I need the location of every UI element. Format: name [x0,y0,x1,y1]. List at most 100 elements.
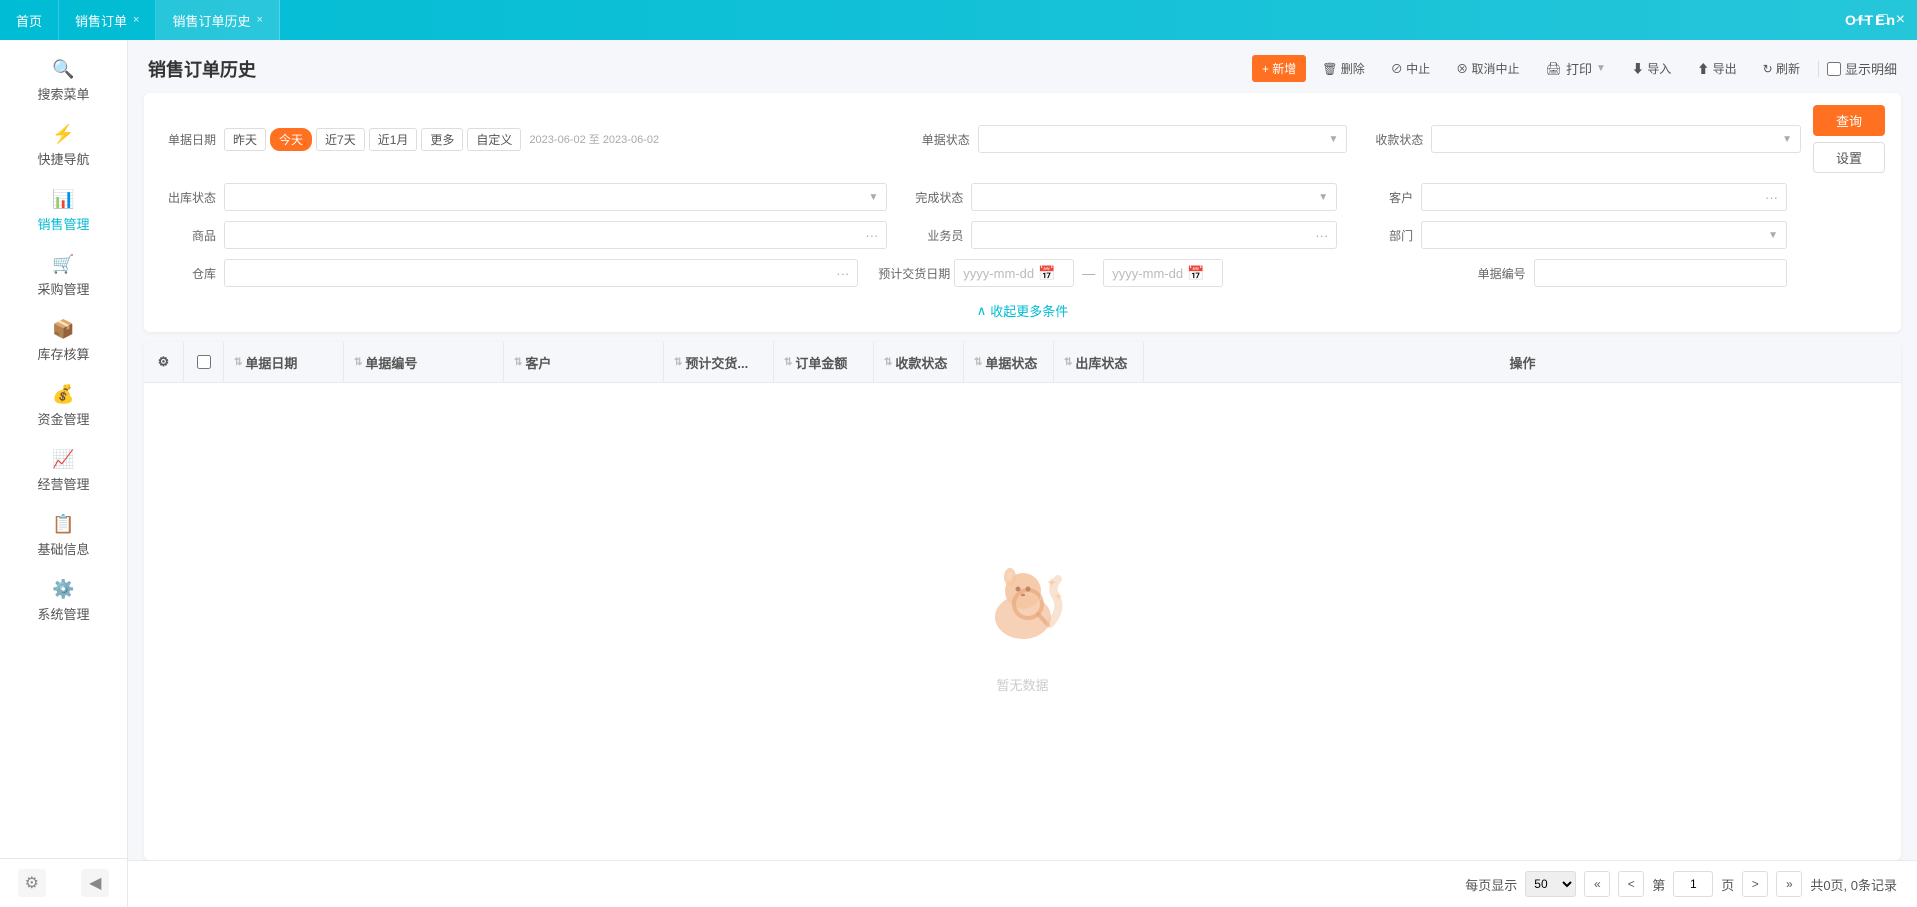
tab-sales-order-history[interactable]: 销售订单历史 × [156,0,279,40]
th-delivery-label: 预计交货... [685,353,748,372]
th-warehouse-status[interactable]: ⇅ 出库状态 [1054,342,1144,382]
th-check [184,342,224,382]
customer-label: 客户 [1357,189,1413,206]
tab-sales-order-history-close[interactable]: × [256,14,262,26]
sidebar-item-inventory[interactable]: 📦 库存核算 [0,308,127,373]
th-delivery[interactable]: ⇅ 预计交货... [664,342,774,382]
brand-label: OfTEn [1845,12,1897,28]
print-button[interactable]: 🖨 🖨 打印 打印 ▼ [1535,54,1615,83]
sidebar-item-operations[interactable]: 📈 经营管理 [0,438,127,503]
import-button[interactable]: ⬇ 导入 [1622,55,1681,82]
print-dropdown-icon[interactable]: ▼ [1596,63,1606,74]
th-date-label: 单据日期 [245,353,297,372]
sidebar-item-base-info-label: 基础信息 [37,539,89,558]
svg-text:✦: ✦ [1046,575,1057,590]
query-actions: 查询 设置 [1813,105,1885,173]
cancel-stop-button[interactable]: ⊗ 取消中止 [1446,55,1529,82]
department-select[interactable]: ▼ [1421,221,1787,249]
window-close-icon[interactable]: × [1896,11,1905,29]
th-payment[interactable]: ⇅ 收款状态 [874,342,964,382]
department-label: 部门 [1357,227,1413,244]
order-number-input[interactable] [1534,259,1787,287]
th-order-status[interactable]: ⇅ 单据状态 [964,342,1054,382]
pagination-bar: 每页显示 20 50 100 « < 第 页 > » 共0页, 0条记录 [128,860,1917,907]
date-btn-yesterday[interactable]: 昨天 [224,128,266,151]
delivery-date-to[interactable]: yyyy-mm-dd 📅 [1103,259,1223,287]
delivery-date-from[interactable]: yyyy-mm-dd 📅 [954,259,1074,287]
refresh-button[interactable]: ↻ 刷新 [1753,55,1810,82]
volume-bottom-icon[interactable]: ◀ [81,869,109,897]
next-page-button[interactable]: > [1742,871,1768,897]
customer-input[interactable]: ··· [1421,183,1787,211]
th-customer[interactable]: ⇅ 客户 [504,342,664,382]
date-filter-label: 单据日期 [160,131,216,148]
warehouse-status-select[interactable]: ▼ [224,183,887,211]
filter-row-2: 出库状态 ▼ 完成状态 ▼ 客户 ··· [160,183,1885,211]
filter-item-order-status: 单据状态 ▼ [914,125,1348,153]
sidebar-item-purchase-mgmt[interactable]: 🛒 采购管理 [0,243,127,308]
collapse-row[interactable]: ∧ 收起更多条件 [160,297,1885,320]
tab-sales-order-label: 销售订单 [75,11,127,30]
sidebar-item-quick-nav[interactable]: ⚡ 快捷导航 [0,113,127,178]
sidebar-item-finance[interactable]: 💰 资金管理 [0,373,127,438]
show-detail-label: 显示明细 [1845,59,1897,78]
payment-status-select[interactable]: ▼ [1431,125,1801,153]
filter-row-1: 单据日期 昨天 今天 近7天 近1月 更多 自定义 2023-06-02 至 2… [160,105,1885,173]
warehouse-input[interactable]: ··· [224,259,858,287]
th-date[interactable]: ⇅ 单据日期 [224,342,344,382]
filter-item-warehouse: 仓库 ··· [160,259,858,287]
delete-button[interactable]: 🗑 删除 [1312,55,1375,82]
last-page-button[interactable]: » [1776,871,1802,897]
sidebar-item-search-menu[interactable]: 🔍 搜索菜单 [0,48,127,113]
warehouse-status-label: 出库状态 [160,189,216,206]
search-menu-icon: 🔍 [53,58,75,80]
date-btn-1month[interactable]: 近1月 [369,128,418,151]
sys-mgmt-icon: ⚙️ [53,578,75,600]
show-detail-checkbox-label[interactable]: 显示明细 [1827,59,1897,78]
operations-icon: 📈 [53,448,75,470]
date-btn-more[interactable]: 更多 [421,128,463,151]
filter-item-warehouse-status: 出库状态 ▼ [160,183,887,211]
query-button[interactable]: 查询 [1813,105,1885,136]
select-all-checkbox[interactable] [197,355,211,369]
collapse-label: 收起更多条件 [990,301,1068,320]
main-layout: 🔍 搜索菜单 ⚡ 快捷导航 📊 销售管理 🛒 采购管理 📦 库存核算 💰 资金管… [0,40,1917,907]
page-number-input[interactable] [1673,871,1713,897]
warehouse-status-arrow: ▼ [868,192,878,203]
th-order-status-label: 单据状态 [985,353,1037,372]
page-size-select[interactable]: 20 50 100 [1525,871,1576,897]
export-button[interactable]: ⬆ 导出 [1687,55,1746,82]
order-status-select[interactable]: ▼ [978,125,1348,153]
sort-delivery-icon: ⇅ [674,357,682,368]
th-number[interactable]: ⇅ 单据编号 [344,342,504,382]
th-amount[interactable]: ⇅ 订单金额 [774,342,874,382]
salesman-input[interactable]: ··· [971,221,1337,249]
first-page-button[interactable]: « [1584,871,1610,897]
th-settings[interactable]: ⚙ [144,342,184,382]
page-size-label: 每页显示 [1465,875,1517,894]
date-btn-7days[interactable]: 近7天 [316,128,365,151]
sidebar-item-sales-mgmt[interactable]: 📊 销售管理 [0,178,127,243]
sidebar-item-base-info[interactable]: 📋 基础信息 [0,503,127,568]
sidebar-item-sys-mgmt[interactable]: ⚙️ 系统管理 [0,568,127,633]
tab-sales-order[interactable]: 销售订单 × [59,0,156,40]
prev-page-button[interactable]: < [1618,871,1644,897]
completion-status-select[interactable]: ▼ [971,183,1337,211]
page-header: 销售订单历史 + 新增 🗑 删除 ⊘ 中止 ⊗ 取消中止 🖨 🖨 打印 打印 ▼… [128,40,1917,93]
page-title: 销售订单历史 [148,56,256,82]
table-empty-state: ✦ ✦ 暂无数据 [144,383,1901,860]
date-btn-custom[interactable]: 自定义 [467,128,521,151]
tab-sales-order-close[interactable]: × [133,14,139,26]
delivery-date-from-text: yyyy-mm-dd [963,266,1034,281]
new-button[interactable]: + 新增 [1252,55,1306,82]
settings-button[interactable]: 设置 [1813,142,1885,173]
th-customer-label: 客户 [525,353,551,372]
stop-button[interactable]: ⊘ 中止 [1381,55,1440,82]
settings-bottom-icon[interactable]: ⚙ [18,869,46,897]
tab-home[interactable]: 首页 [0,0,59,40]
date-btn-today[interactable]: 今天 [270,128,312,151]
show-detail-checkbox[interactable] [1827,62,1841,76]
payment-status-label: 收款状态 [1367,131,1423,148]
tab-bar: 首页 销售订单 × 销售订单历史 × [0,0,1842,40]
product-input[interactable]: ··· [224,221,887,249]
